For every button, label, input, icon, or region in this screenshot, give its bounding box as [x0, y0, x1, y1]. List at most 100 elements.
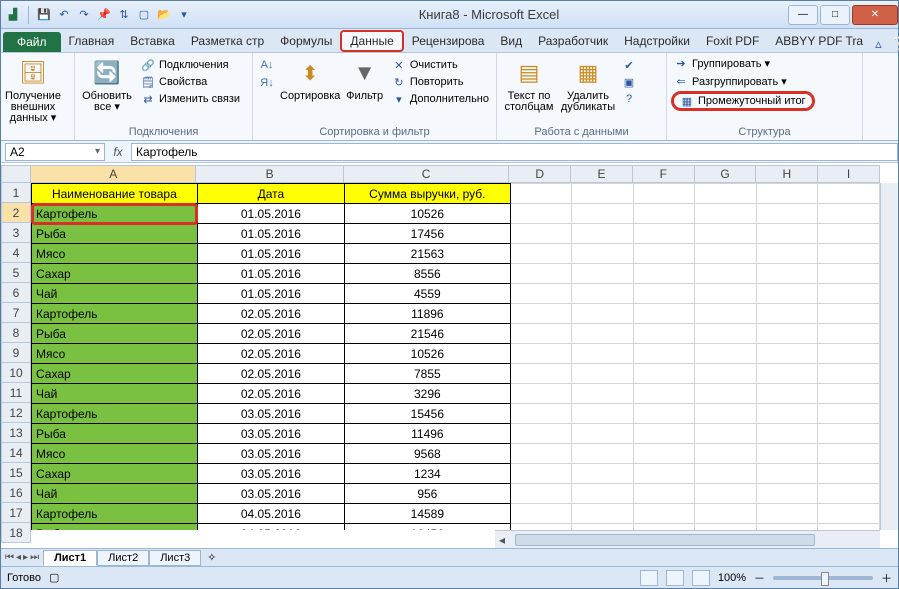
cell[interactable]: 04.05.2016 [197, 524, 344, 531]
cell[interactable] [756, 204, 818, 224]
cell[interactable] [695, 504, 757, 524]
cell[interactable] [633, 384, 695, 404]
cell[interactable]: 17456 [345, 224, 511, 244]
cell[interactable] [695, 484, 757, 504]
next-sheet-icon[interactable]: ▸ [23, 552, 28, 563]
cell[interactable] [510, 404, 572, 424]
cell[interactable]: Рыба [32, 524, 198, 531]
row-header-18[interactable]: 18 [1, 523, 31, 543]
cell[interactable] [818, 364, 880, 384]
clear-filter-button[interactable]: ✕Очистить [389, 57, 492, 73]
col-header-H[interactable]: H [756, 165, 818, 183]
cell[interactable] [572, 184, 634, 204]
cell[interactable] [572, 204, 634, 224]
cell[interactable] [695, 264, 757, 284]
cell[interactable] [633, 464, 695, 484]
cell[interactable]: 04.05.2016 [197, 504, 344, 524]
cell[interactable]: Рыба [32, 424, 198, 444]
row-header-1[interactable]: 1 [1, 183, 31, 203]
cell[interactable] [633, 424, 695, 444]
vertical-scrollbar[interactable] [880, 183, 898, 530]
edit-links-button[interactable]: ⇄Изменить связи [138, 91, 243, 107]
minimize-button[interactable]: — [788, 5, 818, 25]
cell[interactable] [572, 464, 634, 484]
sort-button[interactable]: ⬍ Сортировка [280, 55, 340, 102]
formula-input[interactable]: Картофель [131, 143, 898, 161]
view-layout-button[interactable] [666, 570, 684, 586]
row-header-12[interactable]: 12 [1, 403, 31, 423]
cell[interactable] [510, 204, 572, 224]
cell[interactable]: 3296 [345, 384, 511, 404]
cell[interactable]: 03.05.2016 [197, 444, 344, 464]
sort-icon[interactable]: ⇅ [116, 7, 132, 23]
ribbon-minimize-icon[interactable]: ▵ [871, 36, 886, 52]
cell[interactable] [572, 504, 634, 524]
cell[interactable] [756, 504, 818, 524]
cell[interactable] [572, 484, 634, 504]
cell[interactable]: 10526 [345, 344, 511, 364]
cell[interactable] [756, 244, 818, 264]
cell[interactable] [695, 244, 757, 264]
cell[interactable] [695, 324, 757, 344]
col-header-C[interactable]: C [344, 165, 509, 183]
cell[interactable] [818, 224, 880, 244]
cell[interactable] [633, 244, 695, 264]
sheet-tab[interactable]: Лист3 [149, 550, 201, 566]
cell[interactable]: 03.05.2016 [197, 424, 344, 444]
cell[interactable] [818, 404, 880, 424]
cell[interactable]: 15456 [345, 404, 511, 424]
row-header-11[interactable]: 11 [1, 383, 31, 403]
tab-insert[interactable]: Вставка [122, 30, 183, 52]
col-header-A[interactable]: A [31, 165, 196, 183]
row-header-3[interactable]: 3 [1, 223, 31, 243]
cell[interactable] [510, 504, 572, 524]
cell[interactable] [572, 344, 634, 364]
open-icon[interactable]: 📂 [156, 7, 172, 23]
row-header-2[interactable]: 2 [1, 203, 31, 223]
cell[interactable] [756, 364, 818, 384]
sort-za-button[interactable]: Я↓ [257, 75, 277, 91]
cell[interactable] [633, 324, 695, 344]
sheet-tab[interactable]: Лист2 [97, 550, 149, 566]
col-header-F[interactable]: F [633, 165, 695, 183]
tab-addins[interactable]: Надстройки [616, 30, 698, 52]
cell[interactable] [818, 424, 880, 444]
cell[interactable] [633, 344, 695, 364]
cell[interactable] [633, 184, 695, 204]
cell[interactable]: Мясо [32, 244, 198, 264]
zoom-out-button[interactable]: － [754, 570, 765, 586]
row-header-15[interactable]: 15 [1, 463, 31, 483]
cell[interactable]: 14589 [345, 504, 511, 524]
cell[interactable]: 02.05.2016 [197, 324, 344, 344]
cell[interactable] [510, 444, 572, 464]
cell[interactable] [695, 404, 757, 424]
cell[interactable]: 02.05.2016 [197, 364, 344, 384]
cell[interactable] [695, 184, 757, 204]
ungroup-button[interactable]: ⇐Разгруппировать ▾ [671, 73, 815, 89]
cell[interactable] [695, 464, 757, 484]
cell[interactable]: Рыба [32, 224, 198, 244]
consolidate-button[interactable]: ▣ [619, 74, 639, 90]
last-sheet-icon[interactable]: ⏭ [30, 552, 39, 563]
col-header-G[interactable]: G [695, 165, 757, 183]
cell[interactable] [818, 504, 880, 524]
get-external-data-button[interactable]: 🗄 Получение внешних данных ▾ [5, 55, 61, 124]
cell[interactable]: 956 [345, 484, 511, 504]
cell-grid[interactable]: Наименование товараДатаСумма выручки, ру… [31, 183, 880, 530]
cell[interactable] [756, 464, 818, 484]
row-header-8[interactable]: 8 [1, 323, 31, 343]
cell[interactable]: Картофель [32, 204, 198, 224]
view-pagebreak-button[interactable] [692, 570, 710, 586]
cell[interactable] [818, 244, 880, 264]
cell[interactable] [510, 464, 572, 484]
cell[interactable]: 10456 [345, 524, 511, 531]
cell[interactable]: 7855 [345, 364, 511, 384]
cell[interactable] [572, 444, 634, 464]
redo-icon[interactable]: ↷ [76, 7, 92, 23]
cell[interactable] [695, 444, 757, 464]
cell[interactable] [695, 364, 757, 384]
cell[interactable]: Рыба [32, 324, 198, 344]
cell[interactable] [633, 504, 695, 524]
cell[interactable] [510, 384, 572, 404]
cell[interactable] [572, 364, 634, 384]
